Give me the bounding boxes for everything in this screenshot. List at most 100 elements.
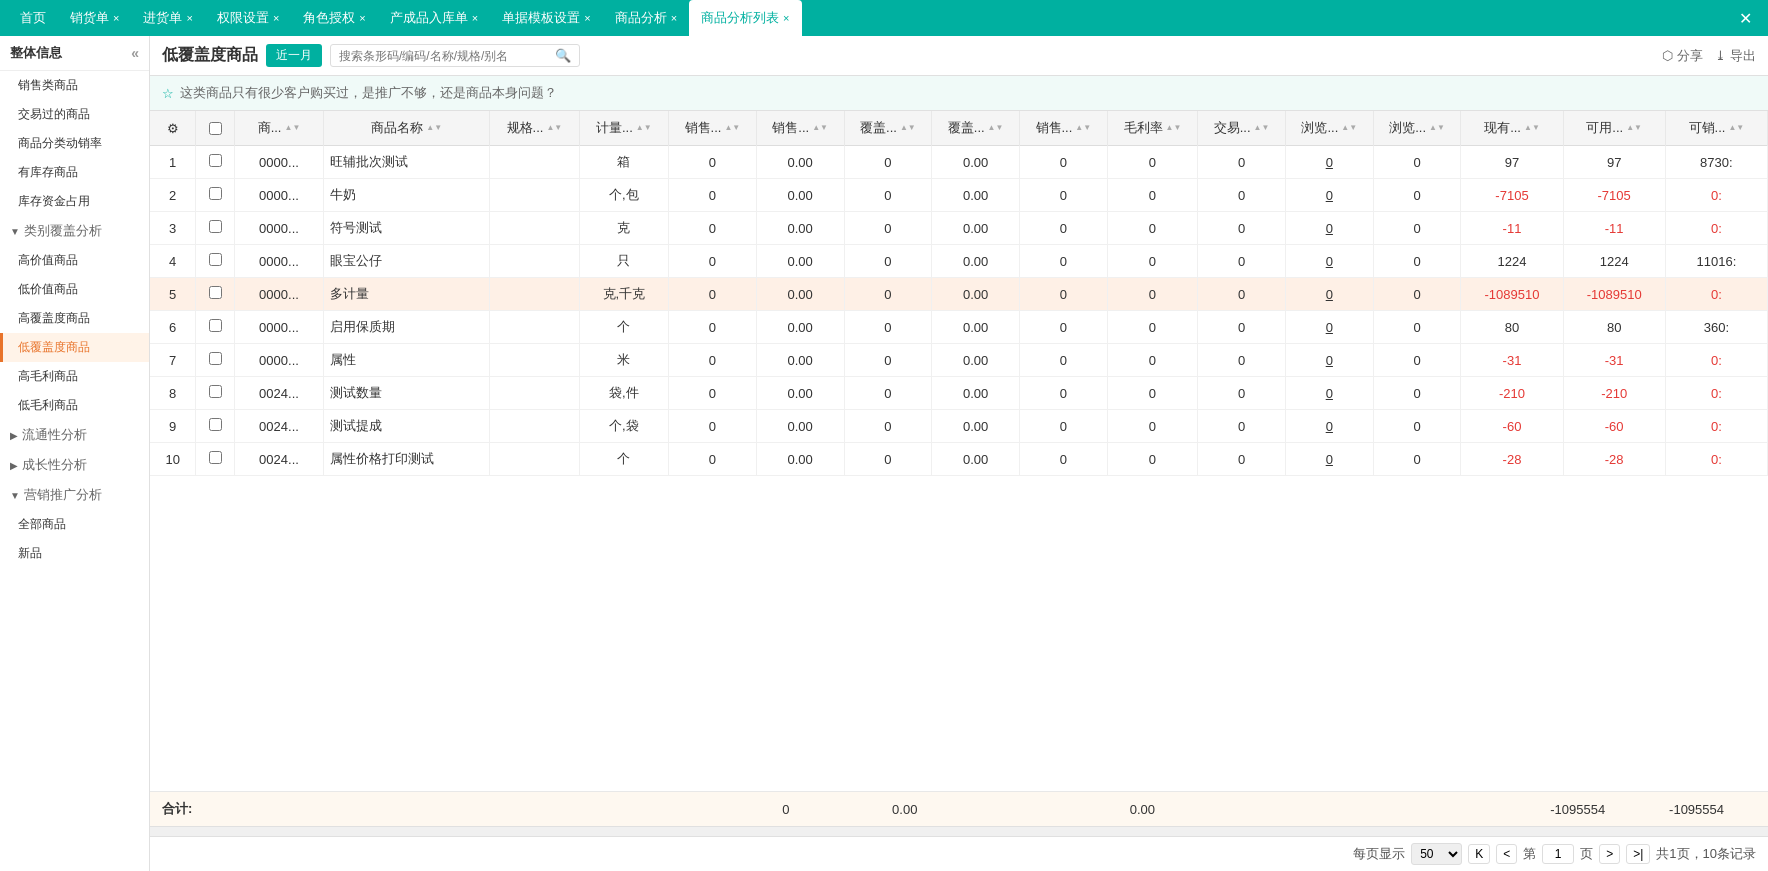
row-checkbox[interactable] bbox=[209, 286, 222, 299]
th-browse2[interactable]: 浏览...▲▼ bbox=[1373, 111, 1461, 146]
row-browse1[interactable]: 0 bbox=[1285, 410, 1373, 443]
row-trade: 0 bbox=[1198, 212, 1286, 245]
row-checkbox[interactable] bbox=[209, 352, 222, 365]
row-browse2: 0 bbox=[1373, 344, 1461, 377]
nav-close-analysis-list[interactable]: × bbox=[783, 12, 789, 24]
sidebar-item-stock-capital[interactable]: 库存资金占用 bbox=[0, 187, 149, 216]
row-browse1[interactable]: 0 bbox=[1285, 278, 1373, 311]
th-browse1[interactable]: 浏览...▲▼ bbox=[1285, 111, 1373, 146]
horizontal-scrollbar[interactable] bbox=[150, 826, 1768, 836]
nav-close-sales[interactable]: × bbox=[113, 12, 119, 24]
th-unit[interactable]: 计量...▲▼ bbox=[579, 111, 668, 146]
nav-item-analysis-list[interactable]: 商品分析列表 × bbox=[689, 0, 801, 36]
th-saleable[interactable]: 可销...▲▼ bbox=[1665, 111, 1767, 146]
nav-item-home[interactable]: 首页 bbox=[8, 0, 58, 36]
export-button[interactable]: ⤓ 导出 bbox=[1715, 47, 1756, 65]
th-settings[interactable]: ⚙ bbox=[150, 111, 196, 146]
search-icon[interactable]: 🔍 bbox=[555, 48, 571, 63]
last-page-button[interactable]: >| bbox=[1626, 844, 1650, 864]
row-current-stock: -11 bbox=[1461, 212, 1563, 245]
th-sales-qty[interactable]: 销售...▲▼ bbox=[669, 111, 757, 146]
sidebar-item-high-coverage[interactable]: 高覆盖度商品 bbox=[0, 304, 149, 333]
th-current-stock[interactable]: 现有...▲▼ bbox=[1461, 111, 1563, 146]
row-checkbox[interactable] bbox=[209, 319, 222, 332]
row-saleable: 360: bbox=[1665, 311, 1767, 344]
nav-item-permission[interactable]: 权限设置 × bbox=[205, 0, 291, 36]
row-cov1: 0 bbox=[844, 179, 932, 212]
sidebar-item-stock-products[interactable]: 有库存商品 bbox=[0, 158, 149, 187]
row-checkbox[interactable] bbox=[209, 187, 222, 200]
share-label: 分享 bbox=[1677, 47, 1703, 65]
row-sales3: 0 bbox=[1019, 410, 1107, 443]
sidebar-group-growth[interactable]: ▶ 成长性分析 bbox=[0, 450, 149, 480]
row-gross: 0 bbox=[1107, 245, 1197, 278]
row-checkbox[interactable] bbox=[209, 220, 222, 233]
th-sales3[interactable]: 销售...▲▼ bbox=[1019, 111, 1107, 146]
next-page-button[interactable]: > bbox=[1599, 844, 1620, 864]
row-browse1[interactable]: 0 bbox=[1285, 146, 1373, 179]
sidebar-item-high-value[interactable]: 高价值商品 bbox=[0, 246, 149, 275]
nav-item-role[interactable]: 角色授权 × bbox=[291, 0, 377, 36]
row-browse1[interactable]: 0 bbox=[1285, 344, 1373, 377]
sidebar-group-coverage[interactable]: ▼ 类别覆盖分析 bbox=[0, 216, 149, 246]
row-browse1[interactable]: 0 bbox=[1285, 311, 1373, 344]
first-page-button[interactable]: K bbox=[1468, 844, 1490, 864]
sidebar-item-sales-products[interactable]: 销售类商品 bbox=[0, 71, 149, 100]
row-browse1[interactable]: 0 bbox=[1285, 179, 1373, 212]
nav-item-product-inbound[interactable]: 产成品入库单 × bbox=[378, 0, 490, 36]
window-close-button[interactable]: ✕ bbox=[1731, 9, 1760, 28]
nav-close-purchase[interactable]: × bbox=[186, 12, 192, 24]
th-coverage1[interactable]: 覆盖...▲▼ bbox=[844, 111, 932, 146]
th-code[interactable]: 商...▲▼ bbox=[234, 111, 323, 146]
nav-item-template[interactable]: 单据模板设置 × bbox=[490, 0, 602, 36]
row-browse1[interactable]: 0 bbox=[1285, 245, 1373, 278]
nav-close-product-inbound[interactable]: × bbox=[472, 12, 478, 24]
th-spec[interactable]: 规格...▲▼ bbox=[490, 111, 579, 146]
row-checkbox[interactable] bbox=[209, 451, 222, 464]
nav-label-role: 角色授权 bbox=[303, 9, 355, 27]
nav-close-product-analysis[interactable]: × bbox=[671, 12, 677, 24]
row-browse1[interactable]: 0 bbox=[1285, 443, 1373, 476]
sidebar-item-category-turnover[interactable]: 商品分类动销率 bbox=[0, 129, 149, 158]
nav-item-sales[interactable]: 销货单 × bbox=[58, 0, 131, 36]
th-coverage2[interactable]: 覆盖...▲▼ bbox=[932, 111, 1020, 146]
row-checkbox[interactable] bbox=[209, 154, 222, 167]
sidebar-item-all-products[interactable]: 全部商品 bbox=[0, 510, 149, 539]
share-button[interactable]: ⬡ 分享 bbox=[1662, 47, 1703, 65]
sidebar-group-marketing[interactable]: ▼ 营销推广分析 bbox=[0, 480, 149, 510]
row-cov2: 0.00 bbox=[932, 245, 1020, 278]
prev-page-button[interactable]: < bbox=[1496, 844, 1517, 864]
th-gross-margin[interactable]: 毛利率▲▼ bbox=[1107, 111, 1197, 146]
th-trade[interactable]: 交易...▲▼ bbox=[1198, 111, 1286, 146]
th-name[interactable]: 商品名称▲▼ bbox=[324, 111, 490, 146]
search-input[interactable] bbox=[339, 49, 555, 63]
sidebar-collapse-button[interactable]: « bbox=[131, 45, 139, 61]
row-checkbox[interactable] bbox=[209, 385, 222, 398]
nav-item-purchase[interactable]: 进货单 × bbox=[131, 0, 204, 36]
th-available-stock[interactable]: 可用...▲▼ bbox=[1563, 111, 1665, 146]
th-sales-amt[interactable]: 销售...▲▼ bbox=[756, 111, 844, 146]
per-page-select[interactable]: 10 20 50 100 bbox=[1411, 843, 1462, 865]
sidebar-group-circulation[interactable]: ▶ 流通性分析 bbox=[0, 420, 149, 450]
row-checkbox[interactable] bbox=[209, 418, 222, 431]
sidebar-item-low-coverage[interactable]: 低覆盖度商品 bbox=[0, 333, 149, 362]
period-button[interactable]: 近一月 bbox=[266, 44, 322, 67]
nav-item-product-analysis[interactable]: 商品分析 × bbox=[603, 0, 689, 36]
sidebar-item-low-margin[interactable]: 低毛利商品 bbox=[0, 391, 149, 420]
row-spec bbox=[490, 212, 579, 245]
nav-close-template[interactable]: × bbox=[584, 12, 590, 24]
sort-arrows-code: ▲▼ bbox=[284, 124, 300, 132]
sidebar-item-high-margin[interactable]: 高毛利商品 bbox=[0, 362, 149, 391]
sidebar-item-low-value[interactable]: 低价值商品 bbox=[0, 275, 149, 304]
row-browse1[interactable]: 0 bbox=[1285, 377, 1373, 410]
sidebar-item-traded-products[interactable]: 交易过的商品 bbox=[0, 100, 149, 129]
sidebar-item-new-products[interactable]: 新品 bbox=[0, 539, 149, 568]
nav-close-permission[interactable]: × bbox=[273, 12, 279, 24]
select-all-checkbox[interactable] bbox=[209, 122, 222, 135]
row-checkbox[interactable] bbox=[209, 253, 222, 266]
settings-icon[interactable]: ⚙ bbox=[167, 121, 179, 136]
row-gross: 0 bbox=[1107, 443, 1197, 476]
nav-close-role[interactable]: × bbox=[359, 12, 365, 24]
page-number-input[interactable] bbox=[1542, 844, 1574, 864]
row-browse1[interactable]: 0 bbox=[1285, 212, 1373, 245]
